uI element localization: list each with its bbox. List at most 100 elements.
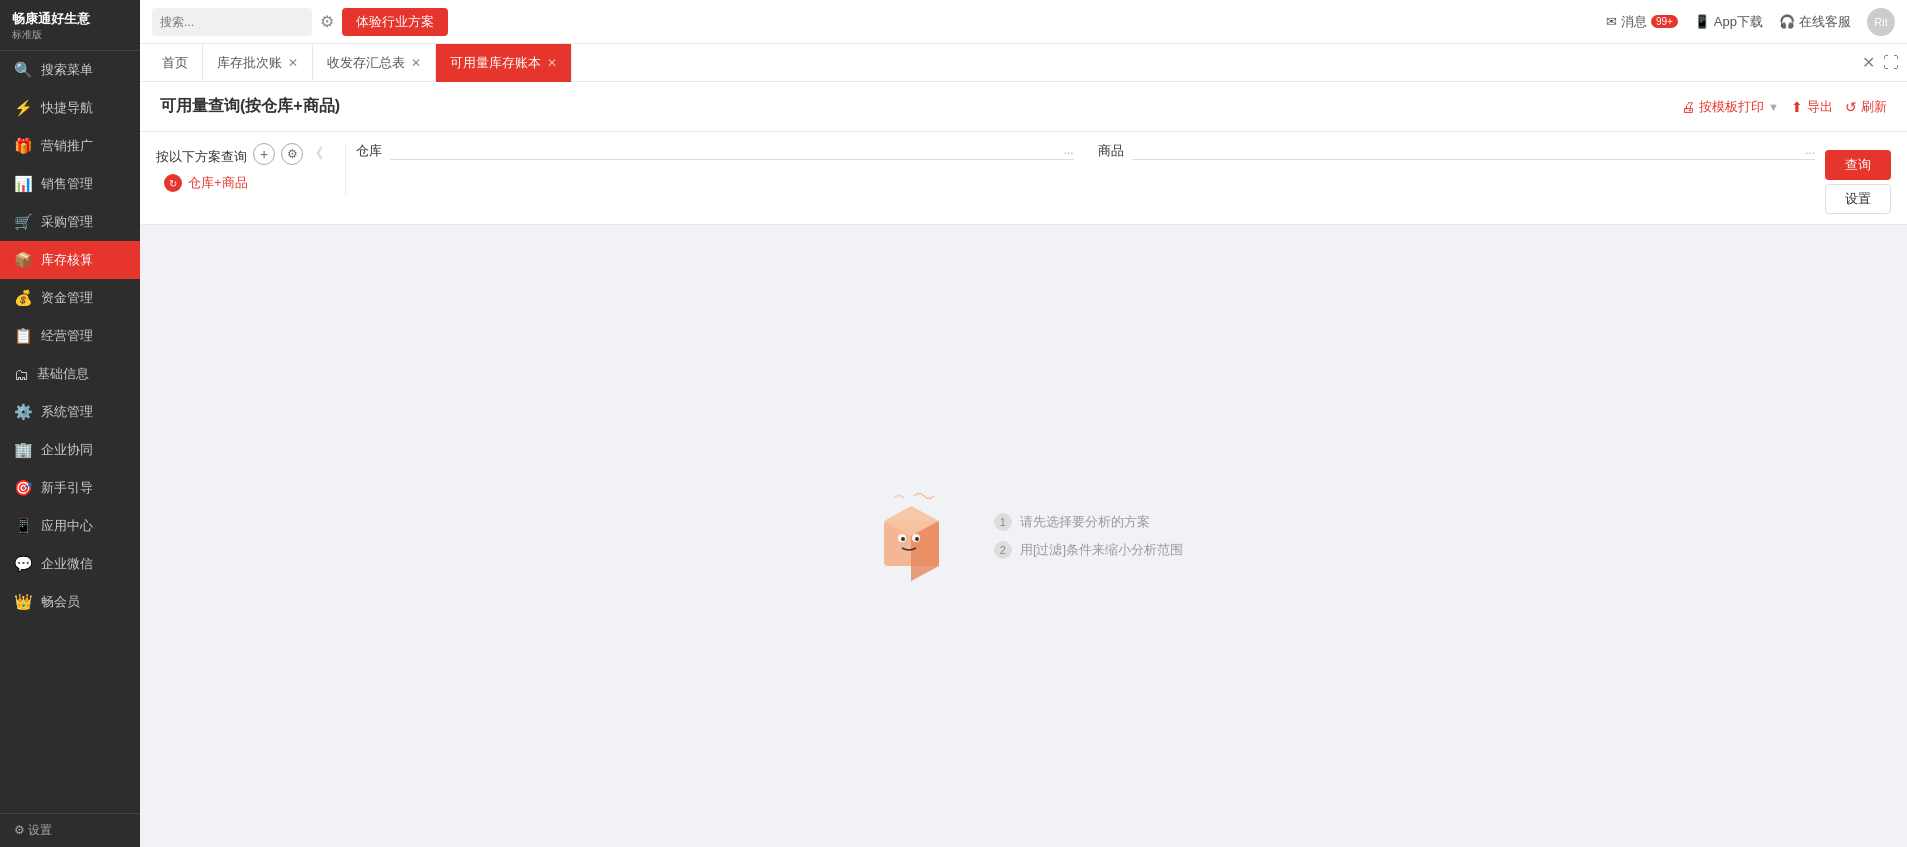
sidebar-icon-inventory: 📦 [14,251,33,269]
filter-left: 按以下方案查询 + ⚙ 《 ↻ 仓库+商品 [156,142,346,196]
tab-close-available-ledger[interactable]: ✕ [547,56,557,70]
topbar: ⚙ 体验行业方案 ✉ 消息 99+ 📱 App下载 🎧 在线客服 Rit [140,0,1907,44]
tab-close-receipt-summary[interactable]: ✕ [411,56,421,70]
sidebar-item-operation[interactable]: 📋经营管理 [0,317,140,355]
goods-more-button[interactable]: ... [1805,143,1815,157]
tip-num-2: 2 [994,541,1012,559]
sidebar-label-vip: 畅会员 [41,593,80,611]
gear-icon[interactable]: ⚙ [320,12,334,31]
empty-tip-1: 1 请先选择要分析的方案 [994,513,1183,531]
close-tab-button[interactable]: ✕ [1862,53,1875,72]
empty-area: 1 请先选择要分析的方案 2 用[过滤]条件来缩小分析范围 [140,225,1907,847]
trial-industry-button[interactable]: 体验行业方案 [342,8,448,36]
sidebar-item-newbie[interactable]: 🎯 新手引导 [0,469,140,507]
goods-input-wrap: ... [1132,142,1816,160]
print-icon: 🖨 [1681,99,1695,115]
right-actions: 查询 设置 [1825,142,1891,214]
sidebar-icon-finance: 💰 [14,289,33,307]
refresh-button[interactable]: ↺ 刷新 [1845,98,1887,116]
sidebar-bottom[interactable]: ⚙ 设置 [0,813,140,847]
filter-row: 按以下方案查询 + ⚙ 《 ↻ 仓库+商品 仓库 [140,132,1907,225]
sidebar-label-purchase: 采购管理 [41,213,93,231]
field-group: 仓库 ... 商品 ... [356,142,1815,160]
filter-settings-button[interactable]: ⚙ [281,143,303,165]
sidebar-icon-newbie: 🎯 [14,479,33,497]
app-download-button[interactable]: 📱 App下载 [1694,13,1763,31]
filter-right: 仓库 ... 商品 ... [356,142,1815,160]
settings-button[interactable]: 设置 [1825,184,1891,214]
page-actions: 🖨 按模板打印 ▼ ⬆ 导出 ↺ 刷新 [1681,98,1887,116]
tabs-right-controls: ✕ ⛶ [1862,53,1899,72]
tip-text-2: 用[过滤]条件来缩小分析范围 [1020,541,1183,559]
main-area: ⚙ 体验行业方案 ✉ 消息 99+ 📱 App下载 🎧 在线客服 Rit 首页库… [140,0,1907,847]
sidebar-item-shortcut[interactable]: ⚡快捷导航 [0,89,140,127]
sidebar-icon-marketing: 🎁 [14,137,33,155]
sidebar-icon-wechat: 💬 [14,555,33,573]
avatar[interactable]: Rit [1867,8,1895,36]
sidebar-item-wechat[interactable]: 💬企业微信 [0,545,140,583]
tab-available-ledger[interactable]: 可用量库存账本 ✕ [436,44,572,82]
username-label: Rit [1867,8,1895,36]
sidebar-item-enterprise[interactable]: 🏢企业协同 [0,431,140,469]
maximize-tab-button[interactable]: ⛶ [1883,54,1899,72]
empty-tips: 1 请先选择要分析的方案 2 用[过滤]条件来缩小分析范围 [994,513,1183,559]
sidebar-item-vip[interactable]: 👑 畅会员 [0,583,140,621]
sidebar-item-sales[interactable]: 📊销售管理 [0,165,140,203]
goods-label: 商品 [1098,142,1124,160]
sidebar-icon-appcenter: 📱 [14,517,33,535]
message-button[interactable]: ✉ 消息 99+ [1606,13,1678,31]
sidebar-label-system: 系统管理 [41,403,93,421]
message-badge: 99+ [1651,15,1678,28]
sidebar-label-newbie: 新手引导 [41,479,93,497]
logo-sub: 标准版 [12,28,128,42]
sidebar-item-system[interactable]: ⚙️ 系统管理 [0,393,140,431]
sidebar-icon-vip: 👑 [14,593,33,611]
tab-receipt-summary[interactable]: 收发存汇总表✕ [313,44,436,82]
sidebar-item-basic[interactable]: 🗂基础信息 [0,355,140,393]
tab-close-batch-account[interactable]: ✕ [288,56,298,70]
content-area: 可用量查询(按仓库+商品) 🖨 按模板打印 ▼ ⬆ 导出 ↺ 刷新 [140,82,1907,847]
filter-row-inner: 按以下方案查询 + ⚙ 《 ↻ 仓库+商品 仓库 [140,132,1907,224]
empty-illustration [864,486,964,586]
empty-tip-2: 2 用[过滤]条件来缩小分析范围 [994,541,1183,559]
sidebar-item-purchase[interactable]: 🛒 采购管理 [0,203,140,241]
export-button[interactable]: ⬆ 导出 [1791,98,1833,116]
sidebar-label-inventory: 库存核算 [41,251,93,269]
query-button[interactable]: 查询 [1825,150,1891,180]
sidebar-item-appcenter[interactable]: 📱应用中心 [0,507,140,545]
sidebar-icon-search: 🔍 [14,61,33,79]
tab-batch-account[interactable]: 库存批次账 ✕ [203,44,313,82]
export-icon: ⬆ [1791,99,1803,115]
sidebar-icon-purchase: 🛒 [14,213,33,231]
print-dropdown-icon[interactable]: ▼ [1768,101,1779,113]
filter-collapse-button[interactable]: 《 [309,145,323,163]
sidebar-item-inventory[interactable]: 📦 库存核算 [0,241,140,279]
tab-home[interactable]: 首页 [148,44,203,82]
filter-scheme-item[interactable]: ↻ 仓库+商品 [156,170,333,196]
svg-point-5 [901,537,905,541]
online-service-button[interactable]: 🎧 在线客服 [1779,13,1851,31]
sidebar-icon-system: ⚙️ [14,403,33,421]
sidebar-item-finance[interactable]: 💰资金管理 [0,279,140,317]
search-input[interactable] [152,8,312,36]
warehouse-input[interactable] [390,142,1059,157]
tab-label-batch-account: 库存批次账 [217,54,282,72]
tab-label-available-ledger: 可用量库存账本 [450,54,541,72]
sidebar-icon-operation: 📋 [14,327,33,345]
filter-label: 按以下方案查询 [156,142,247,166]
goods-input[interactable] [1132,142,1801,157]
print-button[interactable]: 🖨 按模板打印 ▼ [1681,98,1779,116]
filter-add-button[interactable]: + [253,143,275,165]
sidebar-scroll: 🔍 搜索菜单 ⚡快捷导航 🎁 营销推广 📊销售管理 🛒 采购管理 📦 库存核算 💰资金管理📋经营管理… [0,51,140,813]
sidebar-item-search[interactable]: 🔍 搜索菜单 [0,51,140,89]
topbar-right: ✉ 消息 99+ 📱 App下载 🎧 在线客服 Rit [1606,8,1895,36]
warehouse-input-wrap: ... [390,142,1074,160]
sidebar-label-marketing: 营销推广 [41,137,93,155]
sidebar-icon-basic: 🗂 [14,366,29,383]
tab-label-home: 首页 [162,54,188,72]
tip-text-1: 请先选择要分析的方案 [1020,513,1150,531]
sidebar-item-marketing[interactable]: 🎁 营销推广 [0,127,140,165]
warehouse-more-button[interactable]: ... [1063,143,1073,157]
sidebar-label-search: 搜索菜单 [41,61,93,79]
sidebar-icon-shortcut: ⚡ [14,99,33,117]
